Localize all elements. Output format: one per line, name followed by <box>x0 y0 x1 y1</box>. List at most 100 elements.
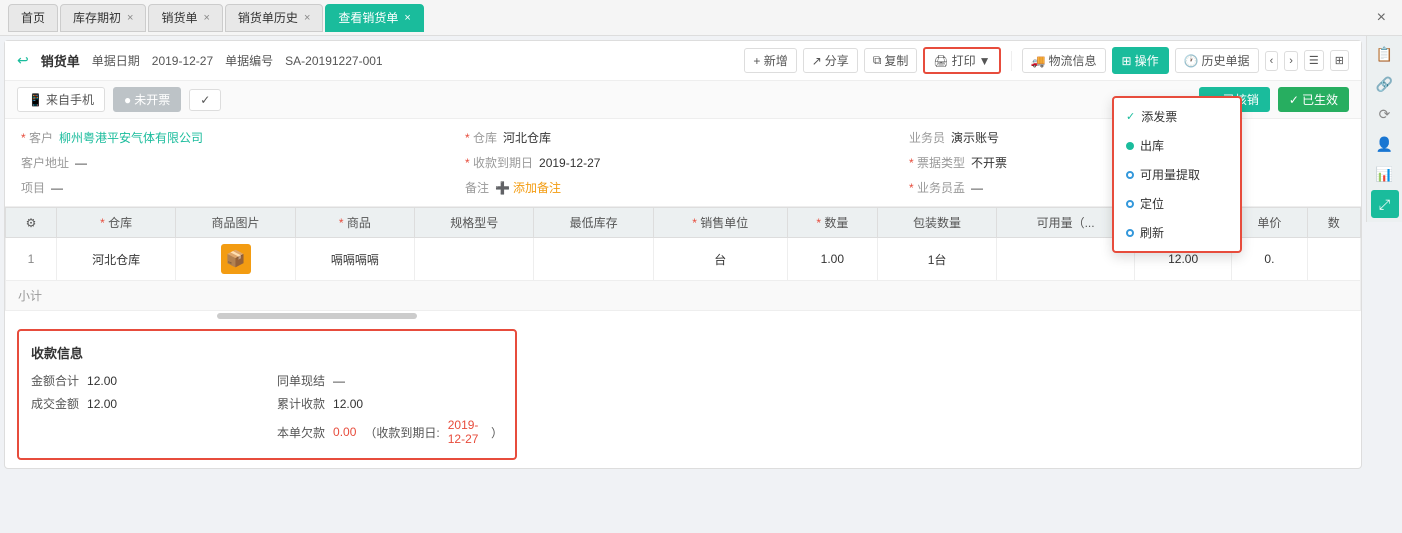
dropdown-item-available[interactable]: 可用量提取 <box>1114 160 1240 189</box>
col-warehouse: 仓库 <box>56 208 175 238</box>
col-product: 商品 <box>295 208 414 238</box>
new-button[interactable]: + 新增 <box>744 48 796 73</box>
dropdown-item-refresh[interactable]: 刷新 <box>1114 218 1240 247</box>
payment-date-value: 2019-12-27 <box>539 156 600 170</box>
sidebar-icon-user[interactable]: 👤 <box>1371 130 1399 158</box>
due-date-end: ） <box>491 424 503 441</box>
window-close-button[interactable]: × <box>1369 9 1394 27</box>
staff-value: 演示账号 <box>951 129 999 146</box>
tab-sales[interactable]: 销货单 × <box>148 4 222 32</box>
operations-dropdown: ✓ 添发票 出库 可用量提取 定位 刷新 <box>1112 96 1242 253</box>
sidebar-icon-expand[interactable]: ⤢ <box>1371 190 1399 218</box>
owed-value: 0.00 <box>333 425 356 439</box>
share-label: 分享 <box>825 52 849 69</box>
payment-section: 收款信息 金额合计 12.00 同单现结 — 成交金额 12.00 累计收款 1… <box>17 329 517 460</box>
tab-history[interactable]: 销货单历史 × <box>225 4 323 32</box>
tab-inventory-close[interactable]: × <box>127 12 133 24</box>
tab-inventory[interactable]: 库存期初 × <box>60 4 146 32</box>
view2-button[interactable]: ⊞ <box>1330 50 1349 71</box>
operations-label: 操作 <box>1135 52 1159 69</box>
row-quantity: 1.00 <box>787 238 877 281</box>
next-button[interactable]: › <box>1284 51 1298 71</box>
add-note-label: 添加备注 <box>513 179 561 196</box>
subtotal-label: 小计 <box>6 281 1361 311</box>
customer-value[interactable]: 柳州粤港平安气体有限公司 <box>59 129 203 146</box>
cumulative-value: 12.00 <box>333 397 363 411</box>
history-label: 历史单据 <box>1202 52 1250 69</box>
toolbar-right: + 新增 ↗ 分享 ⧉ 复制 🖨 打印 ▼ 🚚 物流信息 <box>744 47 1349 74</box>
history-button[interactable]: 🕐 历史单据 <box>1175 48 1259 73</box>
col-min-stock: 最低库存 <box>534 208 653 238</box>
tab-sales-close[interactable]: × <box>203 12 209 24</box>
prev-button[interactable]: ‹ <box>1265 51 1279 71</box>
row-index: 1 <box>6 238 57 281</box>
sidebar-icon-chart[interactable]: 📊 <box>1371 160 1399 188</box>
doc-number-value: SA-20191227-001 <box>285 54 382 68</box>
ticket-type-value: 不开票 <box>971 154 1007 171</box>
row-price: 0. <box>1232 238 1307 281</box>
deal-amount-value: 12.00 <box>87 397 117 411</box>
doc-title: 销货单 <box>41 51 80 70</box>
tab-home[interactable]: 首页 <box>8 4 58 32</box>
owed-spacer <box>31 418 257 446</box>
amount-label: 金额合计 <box>31 372 79 389</box>
sidebar-icon-doc[interactable]: 📋 <box>1371 40 1399 68</box>
due-date-start: （收款到期日: <box>364 424 439 441</box>
action-left: 📱 来自手机 ● 未开票 ✓ <box>17 87 221 112</box>
sidebar-icon-link[interactable]: 🔗 <box>1371 70 1399 98</box>
outbound-label: 出库 <box>1140 137 1164 154</box>
row-spec <box>415 238 534 281</box>
from-phone-button[interactable]: 📱 来自手机 <box>17 87 105 112</box>
plus-icon: ➕ <box>495 181 510 195</box>
horizontal-scrollbar[interactable] <box>217 313 417 319</box>
tab-view-sales-close[interactable]: × <box>404 12 410 24</box>
operations-button[interactable]: ⊞ 操作 <box>1112 47 1169 74</box>
add-note-button[interactable]: ➕ 添加备注 <box>495 179 561 196</box>
same-order-row: 同单现结 — <box>277 372 503 389</box>
col-quantity: 数量 <box>787 208 877 238</box>
not-opened-button[interactable]: ● 未开票 <box>113 87 181 112</box>
dropdown-item-invoice[interactable]: ✓ 添发票 <box>1114 102 1240 131</box>
invoice-label: 添发票 <box>1141 108 1177 125</box>
payment-date-label: 收款到期日 <box>465 154 533 171</box>
tab-view-sales[interactable]: 查看销货单 × <box>325 4 423 32</box>
effected-button[interactable]: ✓ 已生效 <box>1278 87 1349 112</box>
share-button[interactable]: ↗ 分享 <box>803 48 858 73</box>
dropdown-item-outbound[interactable]: 出库 <box>1114 131 1240 160</box>
tab-view-sales-label: 查看销货单 <box>338 9 398 26</box>
col-gear: ⚙ <box>6 208 57 238</box>
locate-label: 定位 <box>1140 195 1164 212</box>
address-value: — <box>75 156 87 170</box>
owed-row: 本单欠款 0.00 （收款到期日: 2019-12-27 ） <box>277 418 503 446</box>
staff-label: 业务员 <box>909 129 945 146</box>
sidebar-icon-refresh[interactable]: ⟳ <box>1371 100 1399 128</box>
dropdown-item-locate[interactable]: 定位 <box>1114 189 1240 218</box>
doc-date-value: 2019-12-27 <box>152 54 213 68</box>
view1-button[interactable]: ☰ <box>1304 50 1324 71</box>
warehouse-label: 仓库 <box>465 129 497 146</box>
copy-button[interactable]: ⧉ 复制 <box>864 48 918 73</box>
print-dropdown-arrow: ▼ <box>979 54 991 68</box>
row-pack-qty: 1台 <box>877 238 996 281</box>
from-phone-label: 来自手机 <box>46 91 94 108</box>
col-unit: 销售单位 <box>653 208 787 238</box>
tab-bar: 首页 库存期初 × 销货单 × 销货单历史 × 查看销货单 × × <box>0 0 1402 36</box>
row-product: 嗝嗝嗝嗝 <box>295 238 414 281</box>
tab-home-label: 首页 <box>21 9 45 26</box>
deal-amount-label: 成交金额 <box>31 395 79 412</box>
gear-icon: ⚙ <box>26 216 37 230</box>
warehouse-row: 仓库 河北仓库 <box>465 129 901 146</box>
payment-title: 收款信息 <box>31 343 503 362</box>
payment-grid: 金额合计 12.00 同单现结 — 成交金额 12.00 累计收款 12.00 <box>31 372 503 446</box>
available-label: 可用量提取 <box>1140 166 1200 183</box>
same-order-value: — <box>333 374 345 388</box>
tab-history-close[interactable]: × <box>304 12 310 24</box>
cumulative-label: 累计收款 <box>277 395 325 412</box>
address-row: 客户地址 — <box>21 154 457 171</box>
print-button[interactable]: 🖨 打印 ▼ <box>923 47 1000 74</box>
doc-icon: ↩ <box>17 52 29 69</box>
print-label: 打印 <box>952 52 976 69</box>
logistics-button[interactable]: 🚚 物流信息 <box>1022 48 1106 73</box>
check-button[interactable]: ✓ <box>189 89 221 111</box>
refresh-label: 刷新 <box>1140 224 1164 241</box>
